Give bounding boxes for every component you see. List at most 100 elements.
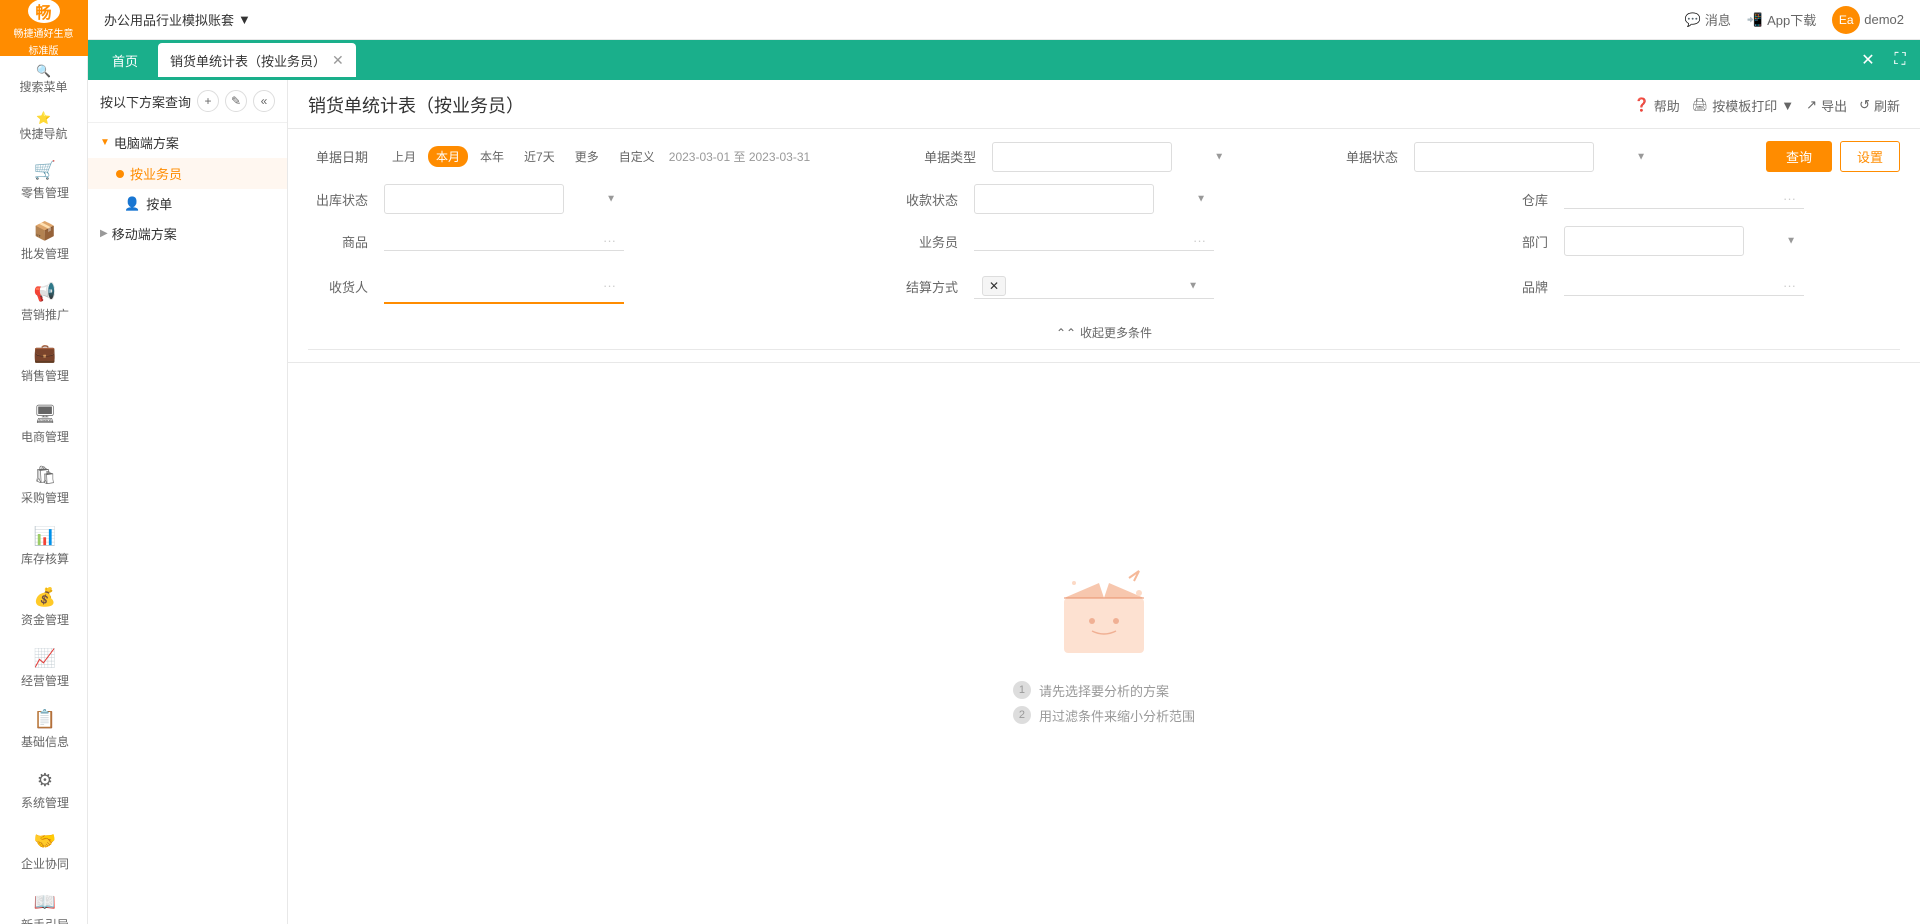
sidebar-item-search[interactable]: 🔍 搜索菜单 bbox=[0, 56, 87, 103]
brand-label: 品牌 bbox=[1488, 277, 1548, 296]
receiver-control: ··· bbox=[384, 268, 624, 304]
empty-tip-2: 2 用过滤条件来缩小分析范围 bbox=[1013, 706, 1195, 725]
topbar-app-download[interactable]: 📲 App下载 bbox=[1747, 10, 1816, 29]
receipt-label: 收款状态 bbox=[898, 190, 958, 209]
status-select[interactable] bbox=[1414, 142, 1594, 172]
brand-control: ··· bbox=[1564, 276, 1804, 296]
refresh-icon: ↺ bbox=[1859, 97, 1870, 113]
date-tab-more[interactable]: 更多 bbox=[567, 146, 607, 167]
topbar-user[interactable]: Ea demo2 bbox=[1832, 6, 1904, 34]
export-label: 导出 bbox=[1821, 96, 1847, 115]
sidebar-item-enterprise[interactable]: 🤝 企业协同 bbox=[0, 821, 87, 882]
receiver-input[interactable] bbox=[392, 270, 603, 300]
tab-sales-stat-label: 销货单统计表（按业务员） bbox=[170, 51, 326, 70]
sidebar-item-quick-label: 快捷导航 bbox=[19, 125, 67, 142]
content-area: 按以下方案查询 + ✎ « ▼ 电脑端方案 按业务员 bbox=[88, 80, 1920, 924]
warehouse-dots[interactable]: ··· bbox=[1783, 191, 1796, 206]
sidebar-item-finance[interactable]: 💰 资金管理 bbox=[0, 577, 87, 638]
sidebar-item-retail[interactable]: 🛒 零售管理 bbox=[0, 150, 87, 211]
message-icon: 💬 bbox=[1685, 12, 1701, 28]
sidebar-item-purchase[interactable]: 🛍 采购管理 bbox=[0, 455, 87, 516]
tab-close-button[interactable]: ✕ bbox=[1856, 48, 1880, 72]
sidebar-item-inventory[interactable]: 📊 库存核算 bbox=[0, 516, 87, 577]
date-tab-last-month[interactable]: 上月 bbox=[384, 146, 424, 167]
tab-close-icon[interactable]: ✕ bbox=[332, 53, 344, 67]
status-label: 单据状态 bbox=[1338, 147, 1398, 166]
topbar-title: 办公用品行业模拟账套 bbox=[104, 10, 234, 29]
tree-desktop-label: 电脑端方案 bbox=[114, 133, 179, 152]
date-tab-custom[interactable]: 自定义 bbox=[611, 146, 663, 167]
logo-icon: 畅 bbox=[28, 0, 60, 23]
collapse-up-icon: ⌃⌃ bbox=[1056, 326, 1076, 340]
tree: ▼ 电脑端方案 按业务员 👤 按单 ▶ 移动端方案 bbox=[88, 123, 287, 253]
date-tab-this-year[interactable]: 本年 bbox=[472, 146, 512, 167]
settle-tag: ✕ bbox=[982, 276, 1006, 296]
sidebar-item-marketing[interactable]: 📢 营销推广 bbox=[0, 272, 87, 333]
salesman-dots[interactable]: ··· bbox=[1193, 233, 1206, 248]
sidebar-item-ecommerce[interactable]: 🖥 电商管理 bbox=[0, 394, 87, 455]
filter-row-1: 单据日期 上月 本月 本年 近7天 更多 自定义 2023-03-01 至 20… bbox=[308, 141, 1900, 172]
topbar-title-dropdown[interactable]: 办公用品行业模拟账套 ▼ bbox=[104, 10, 251, 29]
settings-button[interactable]: 设置 bbox=[1840, 141, 1900, 172]
tree-by-salesman-label: 按业务员 bbox=[130, 164, 182, 183]
tab-sales-stat[interactable]: 销货单统计表（按业务员） ✕ bbox=[158, 43, 356, 77]
type-select-wrapper bbox=[992, 142, 1232, 172]
edit-scheme-button[interactable]: ✎ bbox=[225, 90, 247, 112]
tip-1-text: 请先选择要分析的方案 bbox=[1039, 681, 1169, 700]
date-tab-this-month[interactable]: 本月 bbox=[428, 146, 468, 167]
sidebar-item-basic[interactable]: 📋 基础信息 bbox=[0, 699, 87, 760]
sidebar-item-wholesale[interactable]: 📦 批发管理 bbox=[0, 211, 87, 272]
collapse-more-button[interactable]: ⌃⌃ 收起更多条件 bbox=[308, 316, 1900, 350]
receiver-dots[interactable]: ··· bbox=[603, 278, 616, 293]
tab-expand-button[interactable]: ⛶ bbox=[1888, 48, 1912, 72]
app-download-icon: 📲 bbox=[1747, 12, 1763, 28]
export-button[interactable]: ↗ 导出 bbox=[1806, 96, 1847, 115]
sidebar-item-operations[interactable]: 📈 经营管理 bbox=[0, 638, 87, 699]
goods-dots[interactable]: ··· bbox=[603, 233, 616, 248]
topbar-message[interactable]: 💬 消息 bbox=[1685, 10, 1731, 29]
print-button[interactable]: 🖨 按模板打印 ▼ bbox=[1692, 96, 1794, 115]
tree-item-by-order[interactable]: 👤 按单 bbox=[88, 189, 287, 218]
type-label: 单据类型 bbox=[916, 147, 976, 166]
tree-desktop-parent[interactable]: ▼ 电脑端方案 bbox=[88, 127, 287, 158]
settle-tag-close[interactable]: ✕ bbox=[989, 279, 999, 293]
outstock-select[interactable] bbox=[384, 184, 564, 214]
refresh-button[interactable]: ↺ 刷新 bbox=[1859, 96, 1900, 115]
action-buttons: 查询 设置 bbox=[1766, 141, 1900, 172]
logo-text: 畅捷通好生意 bbox=[14, 25, 74, 40]
tab-home[interactable]: 首页 bbox=[96, 40, 154, 80]
receipt-select[interactable] bbox=[974, 184, 1154, 214]
sidebar-logo[interactable]: 畅 畅捷通好生意 标准版 bbox=[0, 0, 88, 56]
tree-item-by-salesman[interactable]: 按业务员 bbox=[88, 158, 287, 189]
receipt-select-wrapper bbox=[974, 184, 1214, 214]
brand-dots[interactable]: ··· bbox=[1783, 278, 1796, 293]
type-select[interactable] bbox=[992, 142, 1172, 172]
sidebar-item-sales[interactable]: 💼 销售管理 bbox=[0, 333, 87, 394]
tree-mobile-parent[interactable]: ▶ 移动端方案 bbox=[88, 218, 287, 249]
sales-icon: 💼 bbox=[34, 343, 56, 364]
empty-tip-1: 1 请先选择要分析的方案 bbox=[1013, 681, 1195, 700]
sidebar-item-basic-label: 基础信息 bbox=[21, 733, 69, 750]
avatar: Ea bbox=[1832, 6, 1860, 34]
sidebar-item-operations-label: 经营管理 bbox=[21, 672, 69, 689]
sidebar-item-newguide[interactable]: 📖 新手引导 bbox=[0, 882, 87, 924]
topbar-dropdown-icon: ▼ bbox=[238, 12, 251, 27]
salesman-control: ··· bbox=[974, 231, 1214, 251]
tree-collapsed-icon: ▶ bbox=[100, 228, 108, 239]
receiver-label: 收货人 bbox=[308, 277, 368, 296]
help-button[interactable]: ❓ 帮助 bbox=[1634, 96, 1680, 115]
query-button[interactable]: 查询 bbox=[1766, 141, 1832, 172]
add-scheme-button[interactable]: + bbox=[197, 90, 219, 112]
collapse-panel-button[interactable]: « bbox=[253, 90, 275, 112]
tree-expand-icon: ▼ bbox=[100, 137, 110, 148]
page-header-actions: ❓ 帮助 🖨 按模板打印 ▼ ↗ 导出 ↺ bbox=[1634, 96, 1900, 115]
salesman-label: 业务员 bbox=[898, 232, 958, 251]
dept-select[interactable] bbox=[1564, 226, 1744, 256]
filter-area: 单据日期 上月 本月 本年 近7天 更多 自定义 2023-03-01 至 20… bbox=[288, 129, 1920, 363]
export-icon: ↗ bbox=[1806, 97, 1817, 113]
sidebar-item-system[interactable]: ⚙ 系统管理 bbox=[0, 760, 87, 821]
date-tab-7days[interactable]: 近7天 bbox=[516, 146, 563, 167]
sidebar-item-quick[interactable]: ⭐ 快捷导航 bbox=[0, 103, 87, 150]
page-title-row: 销货单统计表（按业务员） ❓ 帮助 🖨 按模板打印 ▼ bbox=[308, 92, 1900, 118]
sidebar-item-search-label: 搜索菜单 bbox=[19, 78, 67, 95]
